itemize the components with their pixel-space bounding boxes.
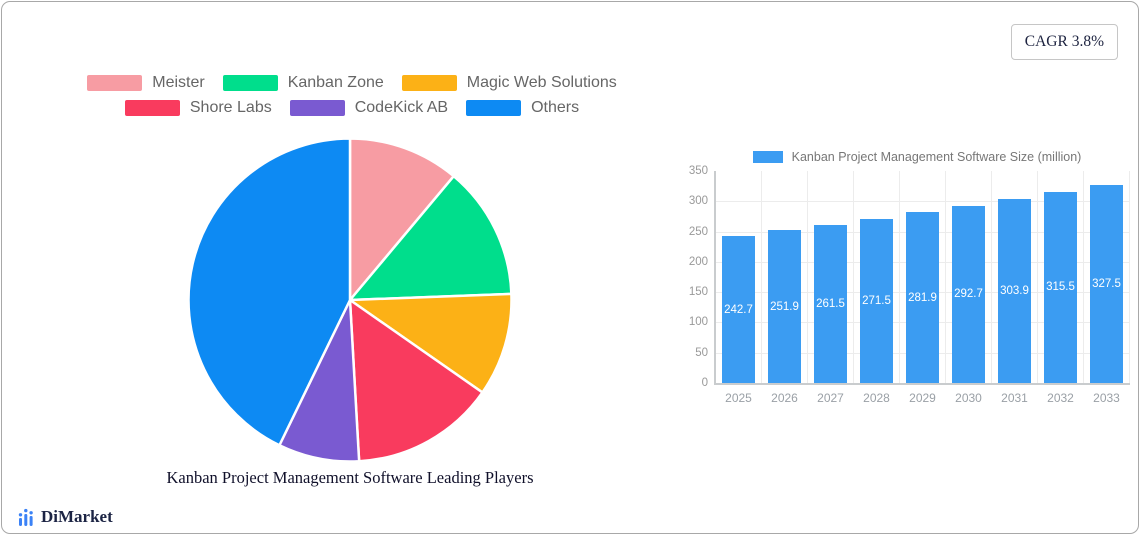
legend-label: Others (531, 99, 580, 116)
x-axis-tick-label: 2025 (725, 391, 752, 405)
bar-legend-label: Kanban Project Management Software Size … (791, 150, 1082, 164)
bar-value-label: 315.5 (1046, 281, 1075, 294)
bar-value-label: 251.9 (770, 300, 799, 313)
y-axis-tick-label: 0 (701, 377, 708, 389)
legend-row: Meister Kanban Zone Magic Web Solutions (42, 74, 662, 92)
x-axis-tick-label: 2028 (863, 391, 890, 405)
brand-logo: DiMarket (16, 507, 113, 527)
bar-slot-2029: 281.9 2029 (900, 171, 946, 405)
pie-chart-svg[interactable] (187, 137, 513, 463)
bar-2026[interactable]: 251.9 (767, 230, 802, 383)
report-card: CAGR 3.8% Meister Kanban Zone Magic Web So… (1, 1, 1139, 534)
pie-chart-title: Kanban Project Management Software Leadi… (166, 468, 534, 487)
bar-value-label: 261.5 (816, 297, 845, 310)
legend-item-shore-labs[interactable]: Shore Labs (124, 99, 272, 117)
bar-2030[interactable]: 292.7 (951, 205, 986, 383)
legend-swatch (466, 100, 522, 116)
brand-logo-text: DiMarket (41, 507, 113, 526)
legend-swatch (87, 75, 143, 91)
bar-slot-2028: 271.5 2028 (854, 171, 900, 405)
bar-2028[interactable]: 271.5 (859, 218, 894, 383)
bar-slot-2032: 315.5 2032 (1038, 171, 1084, 405)
bar-value-label: 303.9 (1000, 284, 1029, 297)
x-axis-tick-label: 2026 (771, 391, 798, 405)
pie-chart[interactable] (187, 137, 513, 463)
y-axis-tick-label: 350 (688, 165, 708, 177)
bar-slot-2033: 327.5 2033 (1084, 171, 1130, 405)
legend-label: Kanban Zone (287, 74, 384, 91)
y-axis-tick-label: 200 (688, 255, 708, 268)
legend-swatch (222, 75, 278, 91)
bar-2033[interactable]: 327.5 (1089, 184, 1124, 383)
bar-slot-2026: 251.9 2026 (762, 171, 808, 405)
legend-item-others[interactable]: Others (466, 99, 579, 117)
cagr-badge: CAGR 3.8% (1010, 24, 1118, 60)
bar-2032[interactable]: 315.5 (1043, 191, 1078, 383)
bar-2027[interactable]: 261.5 (813, 224, 848, 383)
legend-label: Meister (152, 74, 205, 91)
bar-value-label: 281.9 (908, 291, 937, 304)
legend-label: Shore Labs (189, 99, 272, 116)
legend-swatch (124, 100, 180, 116)
bar-value-label: 271.5 (862, 294, 891, 307)
bar-slot-2031: 303.9 2031 (992, 171, 1038, 405)
x-axis-tick-label: 2029 (909, 391, 936, 405)
bar-slot-2030: 292.7 2030 (946, 171, 992, 405)
bar-2031[interactable]: 303.9 (997, 198, 1032, 383)
bar-chart-legend[interactable]: Kanban Project Management Software Size … (692, 150, 1140, 164)
bar-2029[interactable]: 281.9 (905, 212, 940, 383)
bar-chart-plot: 0 50 100 150 200 250 300 350 242.7 2025 251.9 2026 2… (689, 165, 1130, 405)
x-axis-tick-label: 2031 (1001, 391, 1028, 405)
bar-chart-logo-icon (18, 508, 33, 526)
legend-item-kanban-zone[interactable]: Kanban Zone (222, 74, 384, 92)
bar-legend-swatch (752, 151, 783, 163)
x-axis-tick-label: 2032 (1047, 391, 1074, 405)
pie-legend: Meister Kanban Zone Magic Web Solutions Sho… (42, 74, 662, 117)
x-axis-tick-label: 2027 (817, 391, 844, 405)
y-axis-tick-label: 300 (688, 195, 708, 208)
bar-slot-2027: 261.5 2027 (808, 171, 854, 405)
legend-swatch (401, 75, 457, 91)
y-axis-tick-label: 50 (695, 346, 708, 359)
legend-item-meister[interactable]: Meister (87, 74, 205, 92)
legend-row: Shore Labs CodeKick AB Others (42, 99, 662, 117)
legend-label: Magic Web Solutions (466, 74, 617, 91)
legend-item-codekick-ab[interactable]: CodeKick AB (289, 99, 449, 117)
y-axis-tick-label: 100 (688, 316, 708, 329)
y-axis-tick-label: 250 (688, 225, 708, 238)
bar-value-label: 327.5 (1092, 277, 1121, 290)
bar-2025[interactable]: 242.7 (721, 236, 756, 383)
legend-item-magic-web-solutions[interactable]: Magic Web Solutions (401, 74, 617, 92)
x-axis-tick-label: 2030 (955, 391, 982, 405)
legend-swatch (289, 100, 345, 116)
x-axis-tick-label: 2033 (1093, 391, 1120, 405)
y-axis-tick-label: 150 (688, 286, 708, 299)
screenshot-frame: CAGR 3.8% Meister Kanban Zone Magic Web So… (0, 0, 1140, 535)
bar-value-label: 292.7 (954, 288, 983, 301)
legend-label: CodeKick AB (354, 99, 449, 116)
bar-slot-2025: 242.7 2025 (716, 171, 762, 405)
bar-value-label: 242.7 (724, 303, 753, 316)
